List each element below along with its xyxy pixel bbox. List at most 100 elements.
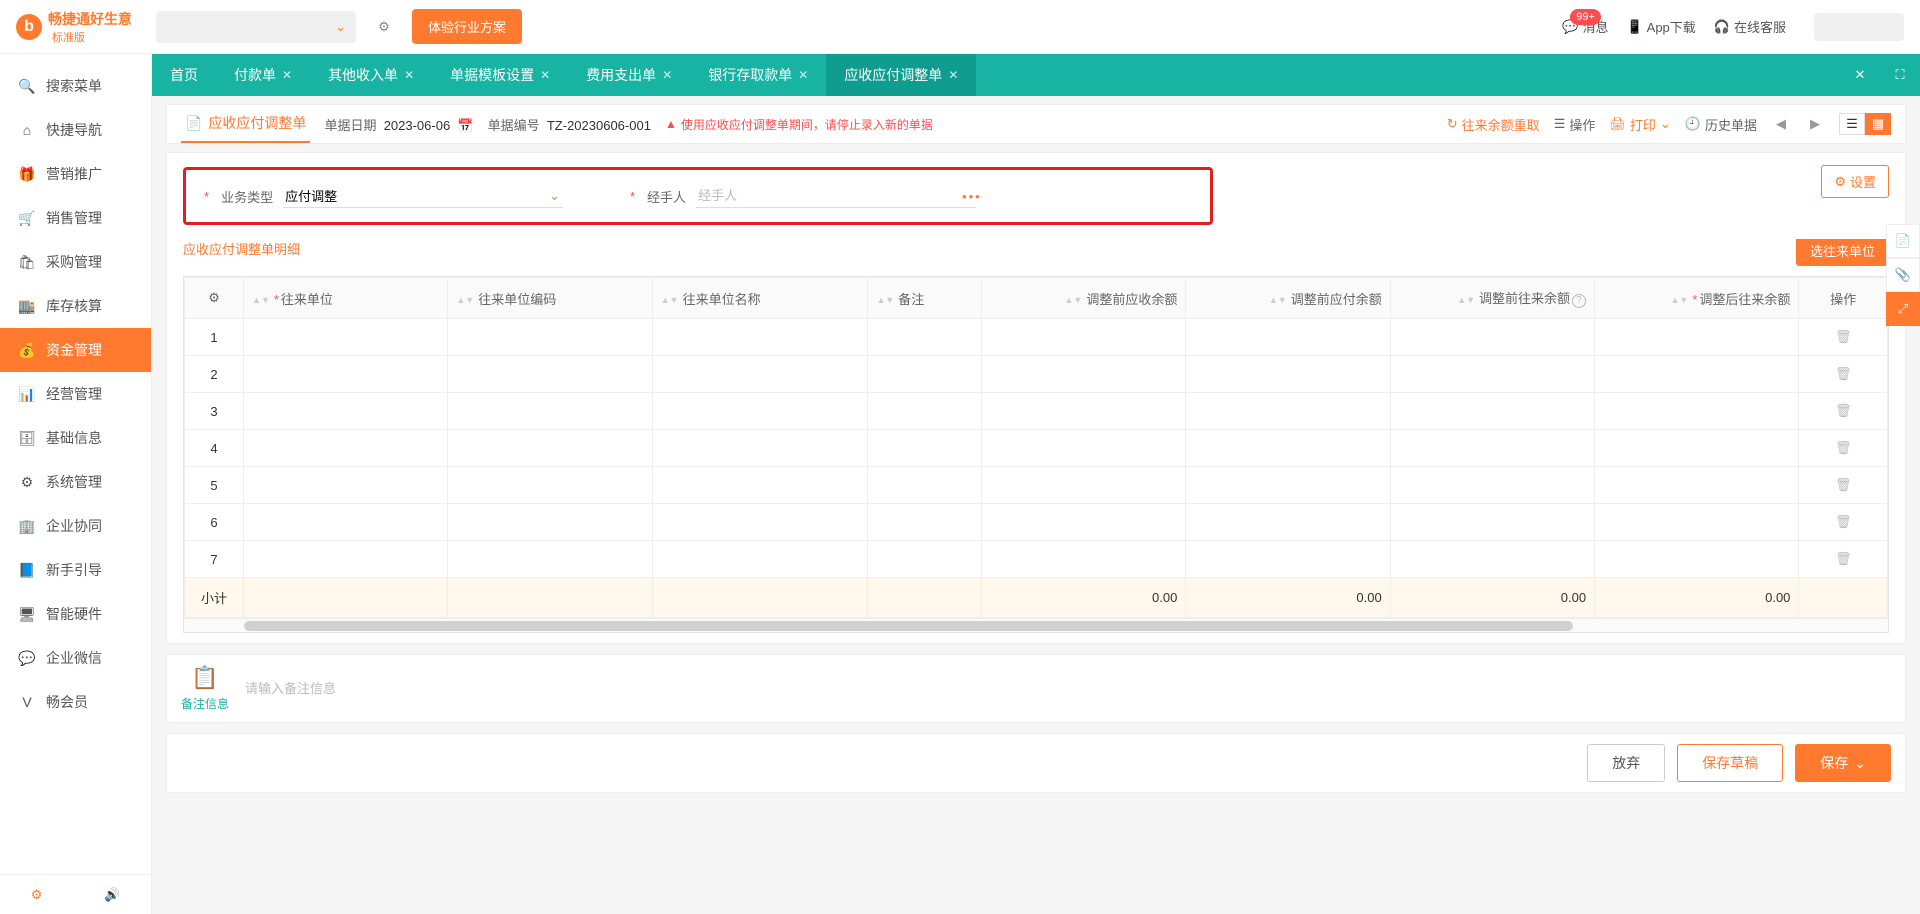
sidebar-item-5[interactable]: 🏬库存核算 — [0, 284, 151, 328]
col-remark[interactable]: ▲▼备注 — [868, 278, 982, 319]
close-icon[interactable]: ✕ — [662, 68, 672, 82]
col-after-bal[interactable]: ▲▼*调整后往来余额 — [1595, 278, 1799, 319]
sidebar-item-12[interactable]: 🖥智能硬件 — [0, 592, 151, 636]
tab-3[interactable]: 单据模板设置✕ — [432, 54, 568, 96]
sidebar-item-label: 系统管理 — [46, 472, 102, 492]
col-gear[interactable]: ⚙ — [185, 278, 244, 319]
sidebar-item-label: 资金管理 — [46, 340, 102, 360]
tab-0[interactable]: 首页 — [152, 54, 216, 96]
chevron-down-icon[interactable]: ⌄ — [549, 188, 560, 204]
sidebar-item-6[interactable]: 💰资金管理 — [0, 328, 151, 372]
reset-balance-button[interactable]: ↻ 往来余额重取 — [1447, 115, 1540, 134]
close-icon[interactable]: ✕ — [404, 68, 414, 82]
delete-icon[interactable]: 🗑 — [1835, 440, 1852, 455]
operate-button[interactable]: ☰ 操作 — [1554, 115, 1596, 134]
delete-icon[interactable]: 🗑 — [1835, 366, 1852, 381]
tab-2[interactable]: 其他收入单✕ — [310, 54, 432, 96]
help-icon[interactable]: ? — [1572, 294, 1586, 308]
sidebar-item-11[interactable]: 📘新手引导 — [0, 548, 151, 592]
rail-expand-icon[interactable]: ⤢ — [1886, 292, 1920, 326]
menu-icon: ☰ — [1554, 116, 1566, 132]
col-name[interactable]: ▲▼往来单位名称 — [652, 278, 868, 319]
discard-button[interactable]: 放弃 — [1587, 744, 1665, 782]
remark-input[interactable] — [245, 681, 1891, 696]
table-row[interactable]: 3🗑 — [185, 393, 1888, 430]
sidebar-item-label: 搜索菜单 — [46, 76, 102, 96]
sidebar-item-1[interactable]: ⌂快捷导航 — [0, 108, 151, 152]
sidebar-item-4[interactable]: 🛍采购管理 — [0, 240, 151, 284]
tab-1[interactable]: 付款单 ✕ — [216, 54, 310, 96]
save-draft-button[interactable]: 保存草稿 — [1677, 744, 1783, 782]
sidebar-item-2[interactable]: 🎁营销推广 — [0, 152, 151, 196]
org-selector[interactable]: ⌄ — [156, 11, 356, 43]
settings-gear-icon[interactable]: ⚙ — [370, 13, 398, 41]
table-row[interactable]: 5🗑 — [185, 467, 1888, 504]
table-row[interactable]: 6🗑 — [185, 504, 1888, 541]
sidebar-item-0[interactable]: 🔍搜索菜单 — [0, 64, 151, 108]
online-service-label: 在线客服 — [1734, 17, 1786, 36]
form-settings-label: 设置 — [1850, 172, 1876, 191]
trial-button[interactable]: 体验行业方案 — [412, 9, 522, 44]
rail-attach-icon[interactable]: 📎 — [1886, 258, 1920, 292]
sidebar-item-7[interactable]: 📊经营管理 — [0, 372, 151, 416]
sidebar-settings-icon[interactable]: ⚙ — [31, 887, 43, 903]
next-doc-icon[interactable]: ▶ — [1805, 116, 1825, 132]
delete-icon[interactable]: 🗑 — [1835, 403, 1852, 418]
sidebar-item-13[interactable]: 💬企业微信 — [0, 636, 151, 680]
view-card-icon[interactable]: ▦ — [1865, 113, 1891, 135]
col-before-ap[interactable]: ▲▼调整前应付余额 — [1186, 278, 1390, 319]
tab-4[interactable]: 费用支出单✕ — [568, 54, 690, 96]
col-unit[interactable]: ▲▼*往来单位 — [244, 278, 448, 319]
horizontal-scrollbar[interactable] — [184, 618, 1888, 632]
sidebar-item-3[interactable]: 🛒销售管理 — [0, 196, 151, 240]
history-button[interactable]: 🕘 历史单据 — [1685, 115, 1757, 134]
col-before-ar[interactable]: ▲▼调整前应收余额 — [981, 278, 1185, 319]
sidebar-item-10[interactable]: 🏢企业协同 — [0, 504, 151, 548]
save-button[interactable]: 保存 ⌄ — [1795, 744, 1891, 782]
tab-close-all-icon[interactable]: ✕ — [1840, 54, 1880, 96]
delete-icon[interactable]: 🗑 — [1835, 551, 1852, 566]
messages-button[interactable]: 99+ 💬 消息 — [1562, 17, 1608, 36]
row-index: 6 — [185, 504, 244, 541]
online-service-button[interactable]: 🎧 在线客服 — [1714, 17, 1786, 36]
handler-input[interactable] — [696, 184, 976, 208]
history-label: 历史单据 — [1705, 115, 1757, 134]
sidebar: 🔍搜索菜单⌂快捷导航🎁营销推广🛒销售管理🛍采购管理🏬库存核算💰资金管理📊经营管理… — [0, 54, 152, 914]
close-icon[interactable]: ✕ — [540, 68, 550, 82]
form-settings-button[interactable]: ⚙ 设置 — [1821, 165, 1889, 198]
remark-title: 备注信息 — [181, 695, 229, 712]
prev-doc-icon[interactable]: ◀ — [1771, 116, 1791, 132]
sidebar-item-8[interactable]: 🗄基础信息 — [0, 416, 151, 460]
table-row[interactable]: 1🗑 — [185, 319, 1888, 356]
subtotal-before-ap: 0.00 — [1186, 578, 1390, 618]
table-row[interactable]: 2🗑 — [185, 356, 1888, 393]
delete-icon[interactable]: 🗑 — [1835, 329, 1852, 344]
table-row[interactable]: 4🗑 — [185, 430, 1888, 467]
rail-note-icon[interactable]: 📄 — [1886, 224, 1920, 258]
biz-type-input[interactable] — [283, 184, 563, 208]
sidebar-item-9[interactable]: ⚙系统管理 — [0, 460, 151, 504]
delete-icon[interactable]: 🗑 — [1835, 477, 1852, 492]
print-button[interactable]: 🖨 打印 ⌄ — [1609, 115, 1670, 134]
calendar-icon[interactable]: 📅 — [457, 118, 473, 133]
tab-6[interactable]: 应收应付调整单✕ — [826, 54, 976, 96]
select-unit-button[interactable]: 选往来单位 — [1796, 239, 1889, 266]
col-before-bal[interactable]: ▲▼调整前往来余额? — [1390, 278, 1594, 319]
tab-expand-icon[interactable]: ⛶ — [1880, 54, 1920, 96]
user-avatar[interactable] — [1814, 13, 1904, 41]
tab-5[interactable]: 银行存取款单✕ — [690, 54, 826, 96]
close-icon[interactable]: ✕ — [282, 68, 292, 82]
doc-title-tab[interactable]: 📄 应收应付调整单 — [181, 105, 310, 143]
col-code[interactable]: ▲▼往来单位编码 — [448, 278, 652, 319]
sidebar-sound-icon[interactable]: 🔊 — [104, 887, 120, 903]
close-icon[interactable]: ✕ — [798, 68, 808, 82]
subtotal-before-bal: 0.00 — [1390, 578, 1594, 618]
delete-icon[interactable]: 🗑 — [1835, 514, 1852, 529]
close-icon[interactable]: ✕ — [948, 68, 958, 82]
sidebar-item-14[interactable]: V畅会员 — [0, 680, 151, 724]
view-list-icon[interactable]: ☰ — [1839, 113, 1865, 135]
app-download-button[interactable]: 📱 App下载 — [1626, 17, 1695, 36]
table-row[interactable]: 7🗑 — [185, 541, 1888, 578]
tab-label: 付款单 — [234, 65, 276, 85]
ellipsis-icon[interactable]: ••• — [962, 189, 982, 204]
